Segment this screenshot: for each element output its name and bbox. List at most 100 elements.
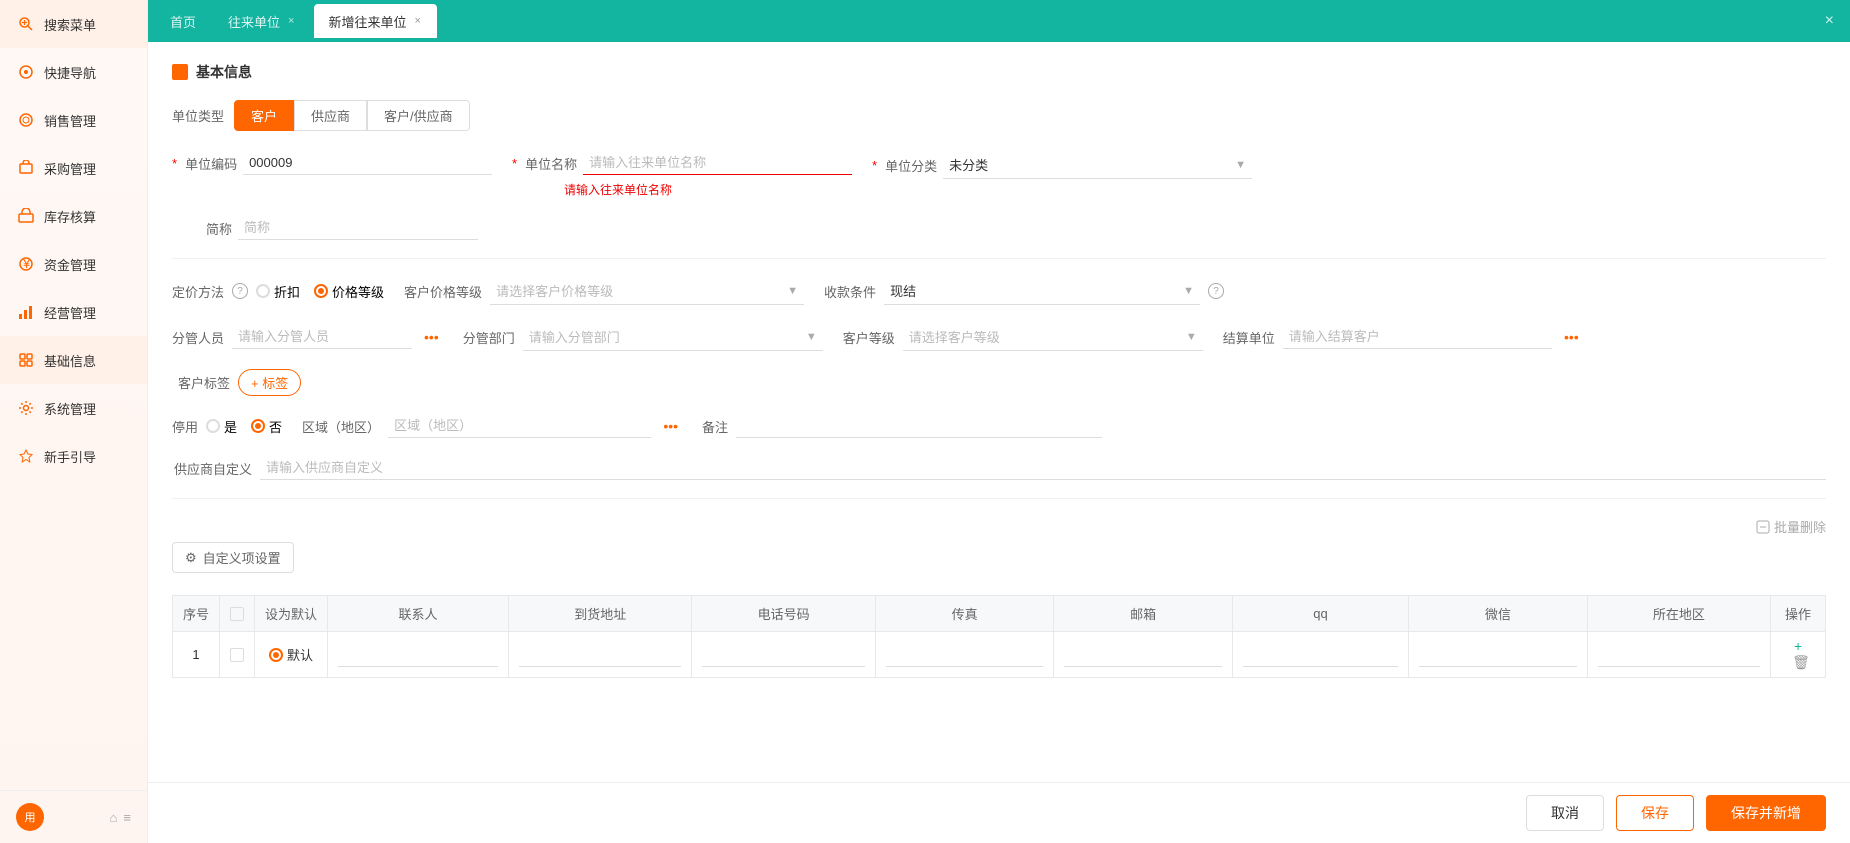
system-icon bbox=[16, 398, 36, 418]
batch-delete-icon bbox=[1756, 520, 1770, 534]
tab-home[interactable]: 首页 bbox=[156, 4, 210, 38]
sidebar-item-search[interactable]: 搜索菜单 bbox=[0, 0, 147, 48]
sidebar-item-search-label: 搜索菜单 bbox=[44, 15, 96, 34]
svg-text:¥: ¥ bbox=[22, 256, 31, 271]
supplier-custom-row: 供应商自定义 bbox=[172, 456, 1826, 480]
disabled-label: 停用 bbox=[172, 417, 198, 436]
unit-type-customer[interactable]: 客户 bbox=[234, 100, 294, 131]
custom-settings-btn[interactable]: ⚙ 自定义项设置 bbox=[172, 542, 294, 573]
tab-partners[interactable]: 往来单位 × bbox=[214, 4, 310, 38]
row-default-label: 默认 bbox=[287, 645, 313, 664]
col-action: 操作 bbox=[1771, 596, 1826, 632]
sidebar-item-finance[interactable]: ¥ 资金管理 bbox=[0, 240, 147, 288]
unit-code-required: * bbox=[172, 156, 177, 171]
remarks-label: 备注 bbox=[702, 417, 728, 436]
inventory-icon bbox=[16, 206, 36, 226]
row-contact-input[interactable] bbox=[338, 643, 498, 667]
row-delete-btn[interactable]: 🗑 bbox=[1792, 654, 1810, 670]
payment-terms-select[interactable]: 现结 ▼ bbox=[884, 277, 1200, 305]
payment-terms-chevron: ▼ bbox=[1183, 285, 1194, 297]
row-default-radio[interactable]: 默认 bbox=[265, 645, 317, 664]
manager-input[interactable] bbox=[232, 325, 412, 349]
disabled-row: 停用 是 否 区 bbox=[172, 414, 1826, 438]
sidebar-item-guide[interactable]: 新手引导 bbox=[0, 432, 147, 480]
customer-price-level-placeholder: 请选择客户价格等级 bbox=[496, 281, 783, 300]
row-address-input[interactable] bbox=[519, 643, 681, 667]
sidebar-item-inventory-label: 库存核算 bbox=[44, 207, 96, 226]
customer-level-chevron: ▼ bbox=[1186, 331, 1197, 343]
unit-category-select[interactable]: 未分类 ▼ bbox=[943, 151, 1252, 179]
row-email-input[interactable] bbox=[1064, 643, 1222, 667]
row-wechat-input[interactable] bbox=[1419, 643, 1577, 667]
remarks-input[interactable] bbox=[736, 414, 1102, 438]
region-ellipsis[interactable]: ••• bbox=[659, 418, 682, 434]
settlement-unit-ellipsis[interactable]: ••• bbox=[1560, 329, 1583, 345]
guide-icon bbox=[16, 446, 36, 466]
sidebar-item-quick-nav[interactable]: 快捷导航 bbox=[0, 48, 147, 96]
tab-new-partner-close[interactable]: × bbox=[412, 15, 422, 27]
disabled-yes-circle bbox=[206, 419, 220, 433]
batch-delete-label[interactable]: 批量删除 bbox=[1774, 517, 1826, 536]
row-wechat bbox=[1409, 632, 1588, 678]
pricing-help-icon[interactable]: ? bbox=[232, 283, 248, 299]
unit-type-supplier[interactable]: 供应商 bbox=[294, 100, 367, 131]
tab-partners-close[interactable]: × bbox=[286, 15, 296, 27]
sidebar-item-purchase[interactable]: 采购管理 bbox=[0, 144, 147, 192]
col-wechat: 微信 bbox=[1409, 596, 1588, 632]
section-icon bbox=[172, 64, 188, 80]
payment-terms-help-icon[interactable]: ? bbox=[1208, 283, 1224, 299]
disabled-no-circle bbox=[251, 419, 265, 433]
short-name-input[interactable] bbox=[238, 216, 478, 240]
supplier-custom-input[interactable] bbox=[260, 456, 1826, 480]
unit-code-label: 单位编码 bbox=[185, 154, 237, 173]
customer-price-level-chevron: ▼ bbox=[787, 285, 798, 297]
row-checkbox[interactable] bbox=[230, 648, 244, 662]
unit-type-both[interactable]: 客户/供应商 bbox=[367, 100, 470, 131]
row-contact bbox=[328, 632, 509, 678]
customer-level-label: 客户等级 bbox=[843, 328, 895, 347]
row-region-input[interactable] bbox=[1598, 643, 1760, 667]
unit-category-chevron: ▼ bbox=[1235, 159, 1246, 171]
row-phone-input[interactable] bbox=[702, 643, 864, 667]
save-btn[interactable]: 保存 bbox=[1616, 795, 1694, 831]
disabled-no[interactable]: 否 bbox=[251, 417, 282, 436]
settlement-unit-input[interactable] bbox=[1283, 325, 1552, 349]
pricing-price-level[interactable]: 价格等级 bbox=[314, 282, 384, 301]
header-checkbox[interactable] bbox=[230, 607, 244, 621]
sidebar-item-sales[interactable]: 销售管理 bbox=[0, 96, 147, 144]
row-qq-input[interactable] bbox=[1243, 643, 1398, 667]
region-input[interactable] bbox=[388, 414, 651, 438]
row-fax-input[interactable] bbox=[886, 643, 1044, 667]
customer-price-level-label: 客户价格等级 bbox=[404, 282, 482, 301]
disabled-yes[interactable]: 是 bbox=[206, 417, 237, 436]
row-default-circle bbox=[269, 648, 283, 662]
cancel-btn[interactable]: 取消 bbox=[1526, 795, 1604, 831]
pricing-discount[interactable]: 折扣 bbox=[256, 282, 300, 301]
customer-price-level-select[interactable]: 请选择客户价格等级 ▼ bbox=[490, 277, 804, 305]
sidebar-item-inventory[interactable]: 库存核算 bbox=[0, 192, 147, 240]
sidebar-item-operations[interactable]: 经营管理 bbox=[0, 288, 147, 336]
row-fax bbox=[875, 632, 1054, 678]
add-tag-btn[interactable]: + 标签 bbox=[238, 369, 301, 396]
sidebar-item-basic[interactable]: 基础信息 bbox=[0, 336, 147, 384]
tab-new-partner[interactable]: 新增往来单位 × bbox=[314, 4, 436, 38]
bars-icon[interactable]: ≡ bbox=[123, 810, 131, 825]
sidebar-item-quick-nav-label: 快捷导航 bbox=[44, 63, 96, 82]
manager-ellipsis[interactable]: ••• bbox=[420, 329, 443, 345]
col-email: 邮箱 bbox=[1054, 596, 1233, 632]
home-icon[interactable]: ⌂ bbox=[110, 810, 118, 825]
col-default: 设为默认 bbox=[255, 596, 328, 632]
row-add-btn[interactable]: + bbox=[1794, 638, 1802, 654]
save-and-add-btn[interactable]: 保存并新增 bbox=[1706, 795, 1826, 831]
unit-code-input[interactable] bbox=[243, 151, 492, 175]
tab-bar-close-btn[interactable]: × bbox=[1817, 8, 1842, 34]
search-icon bbox=[16, 14, 36, 34]
quick-nav-icon bbox=[16, 62, 36, 82]
unit-name-input[interactable] bbox=[583, 151, 852, 175]
pricing-price-level-label: 价格等级 bbox=[332, 282, 384, 301]
sidebar-item-system[interactable]: 系统管理 bbox=[0, 384, 147, 432]
department-select[interactable]: 请输入分管部门 ▼ bbox=[523, 323, 823, 351]
sidebar-item-basic-label: 基础信息 bbox=[44, 351, 96, 370]
manager-label: 分管人员 bbox=[172, 328, 224, 347]
customer-level-select[interactable]: 请选择客户等级 ▼ bbox=[903, 323, 1203, 351]
